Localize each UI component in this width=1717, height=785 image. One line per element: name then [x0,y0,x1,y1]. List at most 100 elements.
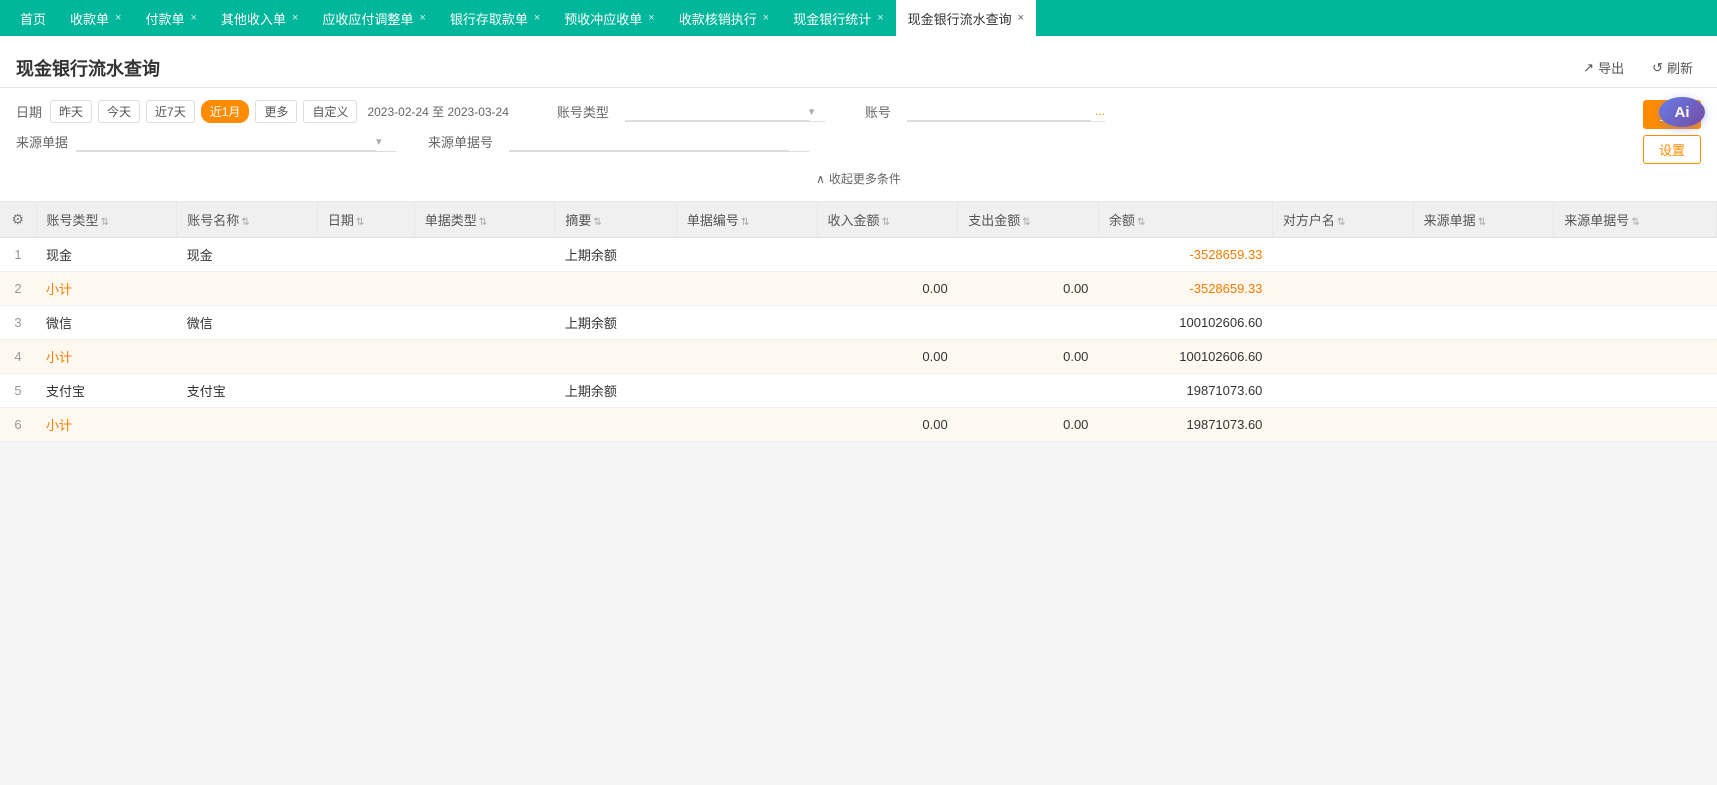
refresh-button[interactable]: ↺ 刷新 [1644,54,1701,81]
cell-income [817,374,958,408]
sort-icon: ⇅ [356,217,364,228]
cell-doc-type [414,340,555,374]
nav-bank-deposit[interactable]: 银行存取款单 × [438,0,552,36]
sort-icon: ⇅ [1478,217,1486,228]
date-btn-1month[interactable]: 近1月 [201,100,250,123]
date-btn-more[interactable]: 更多 [255,100,297,123]
cell-date [317,408,414,442]
column-date[interactable]: 日期⇅ [317,202,414,238]
nav-payment[interactable]: 付款单 × [133,0,208,36]
close-icon[interactable]: × [877,12,883,24]
table-body: 1 现金 现金 上期余额 -3528659.33 2 小计 0.00 0.00 … [0,238,1717,442]
cell-source-doc [1413,408,1554,442]
cell-date [317,340,414,374]
date-btn-today[interactable]: 今天 [98,100,140,123]
settings-button[interactable]: 设置 [1643,135,1701,164]
export-button[interactable]: ↗ 导出 [1575,54,1632,81]
account-type-label: 账号类型 [557,102,609,121]
row-num: 1 [0,238,36,272]
column-account-type[interactable]: 账号类型⇅ [36,202,177,238]
row-num: 3 [0,306,36,340]
row-num: 5 [0,374,36,408]
cell-account-type: 小计 [36,272,177,306]
refresh-icon: ↺ [1652,60,1663,76]
cell-summary [555,408,676,442]
nav-adjustment[interactable]: 应收应付调整单 × [310,0,437,36]
account-input[interactable] [907,101,1091,121]
nav-home[interactable]: 首页 [8,0,58,36]
cell-counterparty [1272,272,1413,306]
date-btn-custom[interactable]: 自定义 [303,100,357,123]
collapse-bar[interactable]: ∧ 收起更多条件 [16,164,1701,189]
more-icon[interactable]: ... [1095,104,1105,118]
cell-balance: 19871073.60 [1098,374,1272,408]
sort-icon: ⇅ [882,217,890,228]
cell-income [817,238,958,272]
table-row: 5 支付宝 支付宝 上期余额 19871073.60 [0,374,1717,408]
sort-icon: ⇅ [479,217,487,228]
sort-icon: ⇅ [741,217,749,228]
ai-badge[interactable]: Ai [1659,97,1705,127]
close-icon[interactable]: × [419,12,425,24]
cell-doc-type [414,272,555,306]
date-btn-yesterday[interactable]: 昨天 [50,100,92,123]
nav-cash-flow[interactable]: 现金银行流水查询 × [896,0,1036,36]
cell-balance: -3528659.33 [1098,272,1272,306]
column-summary[interactable]: 摘要⇅ [555,202,676,238]
account-label: 账号 [865,102,891,121]
cell-account-type: 支付宝 [36,374,177,408]
cell-balance: -3528659.33 [1098,238,1272,272]
header-actions: ↗ 导出 ↺ 刷新 [1575,54,1701,81]
close-icon[interactable]: × [292,12,298,24]
top-nav: 首页 收款单 × 付款单 × 其他收入单 × 应收应付调整单 × 银行存取款单 … [0,0,1717,36]
column-gear[interactable]: ⚙ [0,202,36,238]
nav-cash-stats[interactable]: 现金银行统计 × [781,0,895,36]
close-icon[interactable]: × [1018,12,1024,24]
gear-icon[interactable]: ⚙ [11,211,24,227]
source-doc-input[interactable] [76,131,376,151]
cell-expense [958,238,1099,272]
table-row: 4 小计 0.00 0.00 100102606.60 [0,340,1717,374]
date-shortcuts: 昨天 今天 近7天 近1月 更多 自定义 [50,100,357,123]
column-balance[interactable]: 余额⇅ [1098,202,1272,238]
column-source-doc[interactable]: 来源单据⇅ [1413,202,1554,238]
column-expense[interactable]: 支出金额⇅ [958,202,1099,238]
column-source-doc-no[interactable]: 来源单据号⇅ [1554,202,1717,238]
source-doc-no-input[interactable] [509,131,789,151]
close-icon[interactable]: × [190,12,196,24]
cell-source-doc-no [1554,408,1717,442]
chevron-down-icon[interactable]: ▾ [376,135,382,148]
close-icon[interactable]: × [534,12,540,24]
cell-account-name: 现金 [177,238,318,272]
sort-icon: ⇅ [241,217,249,228]
column-income[interactable]: 收入金额⇅ [817,202,958,238]
chevron-down-icon[interactable]: ▾ [809,105,815,118]
column-account-name[interactable]: 账号名称⇅ [177,202,318,238]
cell-account-name: 微信 [177,306,318,340]
cell-source-doc-no [1554,306,1717,340]
nav-other-income[interactable]: 其他收入单 × [209,0,310,36]
sort-icon: ⇅ [1631,217,1639,228]
close-icon[interactable]: × [763,12,769,24]
column-doc-type[interactable]: 单据类型⇅ [414,202,555,238]
cell-doc-no [676,340,817,374]
cell-counterparty [1272,340,1413,374]
account-type-input[interactable] [625,101,809,121]
date-btn-7days[interactable]: 近7天 [146,100,195,123]
cell-account-type: 小计 [36,408,177,442]
close-icon[interactable]: × [648,12,654,24]
column-counterparty[interactable]: 对方户名⇅ [1272,202,1413,238]
column-doc-no[interactable]: 单据编号⇅ [676,202,817,238]
nav-collection[interactable]: 收款单 × [58,0,133,36]
table-row: 3 微信 微信 上期余额 100102606.60 [0,306,1717,340]
table-row: 1 现金 现金 上期余额 -3528659.33 [0,238,1717,272]
cell-balance: 19871073.60 [1098,408,1272,442]
nav-collection-exec[interactable]: 收款核销执行 × [667,0,781,36]
close-icon[interactable]: × [115,12,121,24]
sort-icon: ⇅ [101,217,109,228]
cell-doc-type [414,408,555,442]
date-label: 日期 [16,102,42,121]
nav-advance[interactable]: 预收冲应收单 × [552,0,666,36]
cell-expense: 0.00 [958,340,1099,374]
cell-balance: 100102606.60 [1098,340,1272,374]
